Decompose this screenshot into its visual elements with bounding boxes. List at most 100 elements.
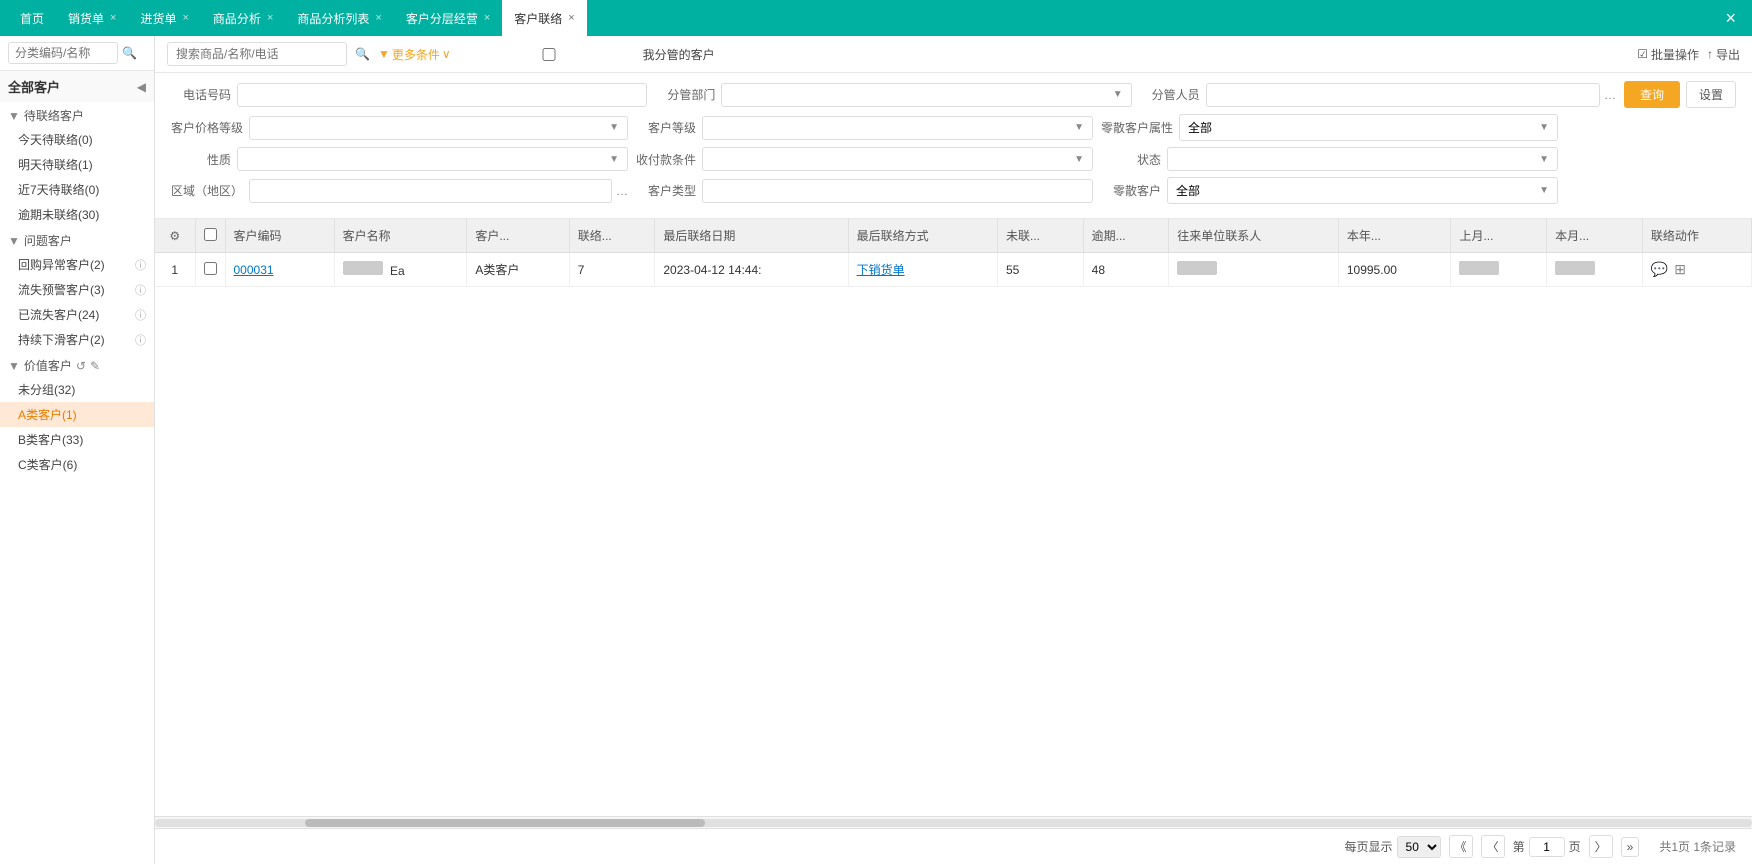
- main-search-button[interactable]: 🔍: [355, 47, 370, 61]
- col-name[interactable]: 客户名称: [334, 219, 467, 253]
- scroll-thumb[interactable]: [305, 819, 705, 827]
- nav-product-analysis-list[interactable]: 商品分析列表 ×: [285, 0, 393, 36]
- sidebar-item-declining[interactable]: 持续下滑客户(2) ⓘ: [0, 327, 154, 352]
- col-unit-contacts[interactable]: 往来单位联系人: [1169, 219, 1339, 253]
- filter-region-dots[interactable]: …: [616, 184, 628, 198]
- nav-home[interactable]: 首页: [8, 0, 56, 36]
- more-filter-button[interactable]: ▼ 更多条件 ∨: [378, 46, 451, 63]
- col-not-contacted[interactable]: 未联...: [998, 219, 1084, 253]
- horizontal-scrollbar[interactable]: [155, 816, 1752, 828]
- filter-department-select[interactable]: ▼: [721, 83, 1131, 107]
- sidebar-search-icon[interactable]: 🔍: [122, 46, 137, 60]
- last-page-button[interactable]: »: [1621, 837, 1640, 857]
- nav-product-analysis-close[interactable]: ×: [267, 12, 273, 24]
- col-this-month[interactable]: 本月...: [1547, 219, 1643, 253]
- advanced-filter: 电话号码 分管部门 ▼ 分管人员 … 查询 设置: [155, 73, 1752, 219]
- nav-home-label: 首页: [20, 10, 44, 27]
- filter-nature-chevron: ▼: [609, 154, 619, 165]
- filter-status-select[interactable]: ▼: [1167, 147, 1558, 171]
- collapse-icon[interactable]: ◀: [137, 80, 146, 94]
- row-code[interactable]: 000031: [225, 253, 334, 287]
- export-button[interactable]: ↑ 导出: [1707, 46, 1740, 63]
- group-value-edit[interactable]: ✎: [90, 359, 100, 373]
- group-problem-label: 问题客户: [24, 232, 72, 249]
- row-checkbox[interactable]: [204, 262, 217, 275]
- row-action-icons: 💬 ⊞: [1642, 253, 1751, 287]
- row-last-contact-method[interactable]: 下销货单: [848, 253, 997, 287]
- filter-person-input[interactable]: [1206, 83, 1600, 107]
- nav-product-analysis-label: 商品分析: [213, 10, 261, 27]
- window-close-button[interactable]: ×: [1717, 8, 1744, 29]
- filter-scattered-attr-select[interactable]: 全部 ▼: [1179, 114, 1558, 141]
- chat-icon[interactable]: 💬: [1651, 261, 1668, 278]
- nav-customer-tier-close[interactable]: ×: [484, 12, 490, 24]
- col-code[interactable]: 客户编码: [225, 219, 334, 253]
- next-page-button[interactable]: 〉: [1589, 835, 1613, 858]
- col-settings[interactable]: ⚙: [155, 219, 195, 253]
- nav-product-analysis-list-close[interactable]: ×: [375, 12, 381, 24]
- nav-sales-order[interactable]: 销货单 ×: [56, 0, 128, 36]
- sidebar-item-class-a[interactable]: A类客户(1): [0, 402, 154, 427]
- col-this-year[interactable]: 本年...: [1338, 219, 1451, 253]
- search-button[interactable]: 查询: [1624, 81, 1680, 108]
- main-search-input[interactable]: [167, 42, 347, 66]
- filter-price-level-select[interactable]: ▼: [249, 116, 628, 140]
- sidebar-item-churned[interactable]: 已流失客户(24) ⓘ: [0, 302, 154, 327]
- group-value-actions: ↺ ✎: [76, 359, 100, 373]
- sidebar-item-class-c[interactable]: C类客户(6): [0, 452, 154, 477]
- nav-customer-contact-close[interactable]: ×: [568, 12, 574, 24]
- table-row: 1 000031 Ea A类客户: [155, 253, 1752, 287]
- sidebar-item-overdue[interactable]: 逾期未联络(30): [0, 202, 154, 227]
- filter-customer-level-select[interactable]: ▼: [702, 116, 1093, 140]
- select-all-checkbox[interactable]: [204, 228, 217, 241]
- filter-phone-input[interactable]: [237, 83, 647, 107]
- col-contact-count[interactable]: 联络...: [569, 219, 655, 253]
- sidebar-item-7days[interactable]: 近7天待联络(0): [0, 177, 154, 202]
- nav-purchase-order[interactable]: 进货单 ×: [128, 0, 200, 36]
- per-page-select[interactable]: 50: [1397, 836, 1441, 858]
- prev-page-button[interactable]: 〈: [1481, 835, 1505, 858]
- row-actions: 💬 ⊞: [1651, 261, 1743, 278]
- page-input[interactable]: [1529, 837, 1565, 857]
- filter-scattered-select[interactable]: 全部 ▼: [1167, 177, 1558, 204]
- page-label: 第: [1513, 838, 1525, 855]
- all-customers-header[interactable]: 全部客户 ◀: [0, 71, 154, 102]
- row-checkbox-cell[interactable]: [195, 253, 225, 287]
- sidebar-item-churn-warning[interactable]: 流失预警客户(3) ⓘ: [0, 277, 154, 302]
- sidebar-search-input[interactable]: [8, 42, 118, 64]
- group-problem-customers: ▼ 问题客户: [0, 227, 154, 252]
- filter-region: 区域（地区） …: [171, 179, 628, 203]
- nav-sales-close[interactable]: ×: [110, 12, 116, 24]
- sidebar-item-ungrouped[interactable]: 未分组(32): [0, 377, 154, 402]
- filter-customer-level: 客户等级 ▼: [636, 116, 1093, 140]
- nav-customer-contact[interactable]: 客户联络 ×: [502, 0, 586, 36]
- sidebar-item-tomorrow[interactable]: 明天待联络(1): [0, 152, 154, 177]
- nav-purchase-close[interactable]: ×: [182, 12, 188, 24]
- group-value-refresh[interactable]: ↺: [76, 359, 86, 373]
- settings-button[interactable]: 设置: [1686, 81, 1736, 108]
- sidebar-item-class-b[interactable]: B类客户(33): [0, 427, 154, 452]
- nav-product-analysis[interactable]: 商品分析 ×: [201, 0, 285, 36]
- col-last-contact-date[interactable]: 最后联络日期: [655, 219, 848, 253]
- col-last-contact-method[interactable]: 最后联络方式: [848, 219, 997, 253]
- filter-payment-select[interactable]: ▼: [702, 147, 1093, 171]
- table-body: 1 000031 Ea A类客户: [155, 253, 1752, 287]
- filter-region-input[interactable]: [249, 179, 612, 203]
- my-customers-checkbox[interactable]: [459, 48, 639, 61]
- first-page-button[interactable]: 《: [1449, 835, 1473, 858]
- row-contact-count: 7: [569, 253, 655, 287]
- nav-customer-tier[interactable]: 客户分层经营 ×: [394, 0, 502, 36]
- filter-person-dots[interactable]: …: [1604, 88, 1616, 102]
- sidebar-item-abnormal-repurchase[interactable]: 回购异常客户(2) ⓘ: [0, 252, 154, 277]
- filter-customer-type-input[interactable]: [702, 179, 1093, 203]
- table-settings-icon[interactable]: ⚙: [169, 229, 180, 243]
- sidebar-item-today[interactable]: 今天待联络(0): [0, 127, 154, 152]
- batch-op-button[interactable]: ☑ 批量操作: [1637, 46, 1699, 63]
- col-checkbox[interactable]: [195, 219, 225, 253]
- filter-nature-select[interactable]: ▼: [237, 147, 628, 171]
- col-last-month[interactable]: 上月...: [1451, 219, 1547, 253]
- col-customer-type[interactable]: 客户...: [467, 219, 569, 253]
- my-customers-checkbox-label[interactable]: 我分管的客户: [459, 46, 715, 63]
- qr-icon[interactable]: ⊞: [1674, 261, 1686, 278]
- col-overdue[interactable]: 逾期...: [1083, 219, 1169, 253]
